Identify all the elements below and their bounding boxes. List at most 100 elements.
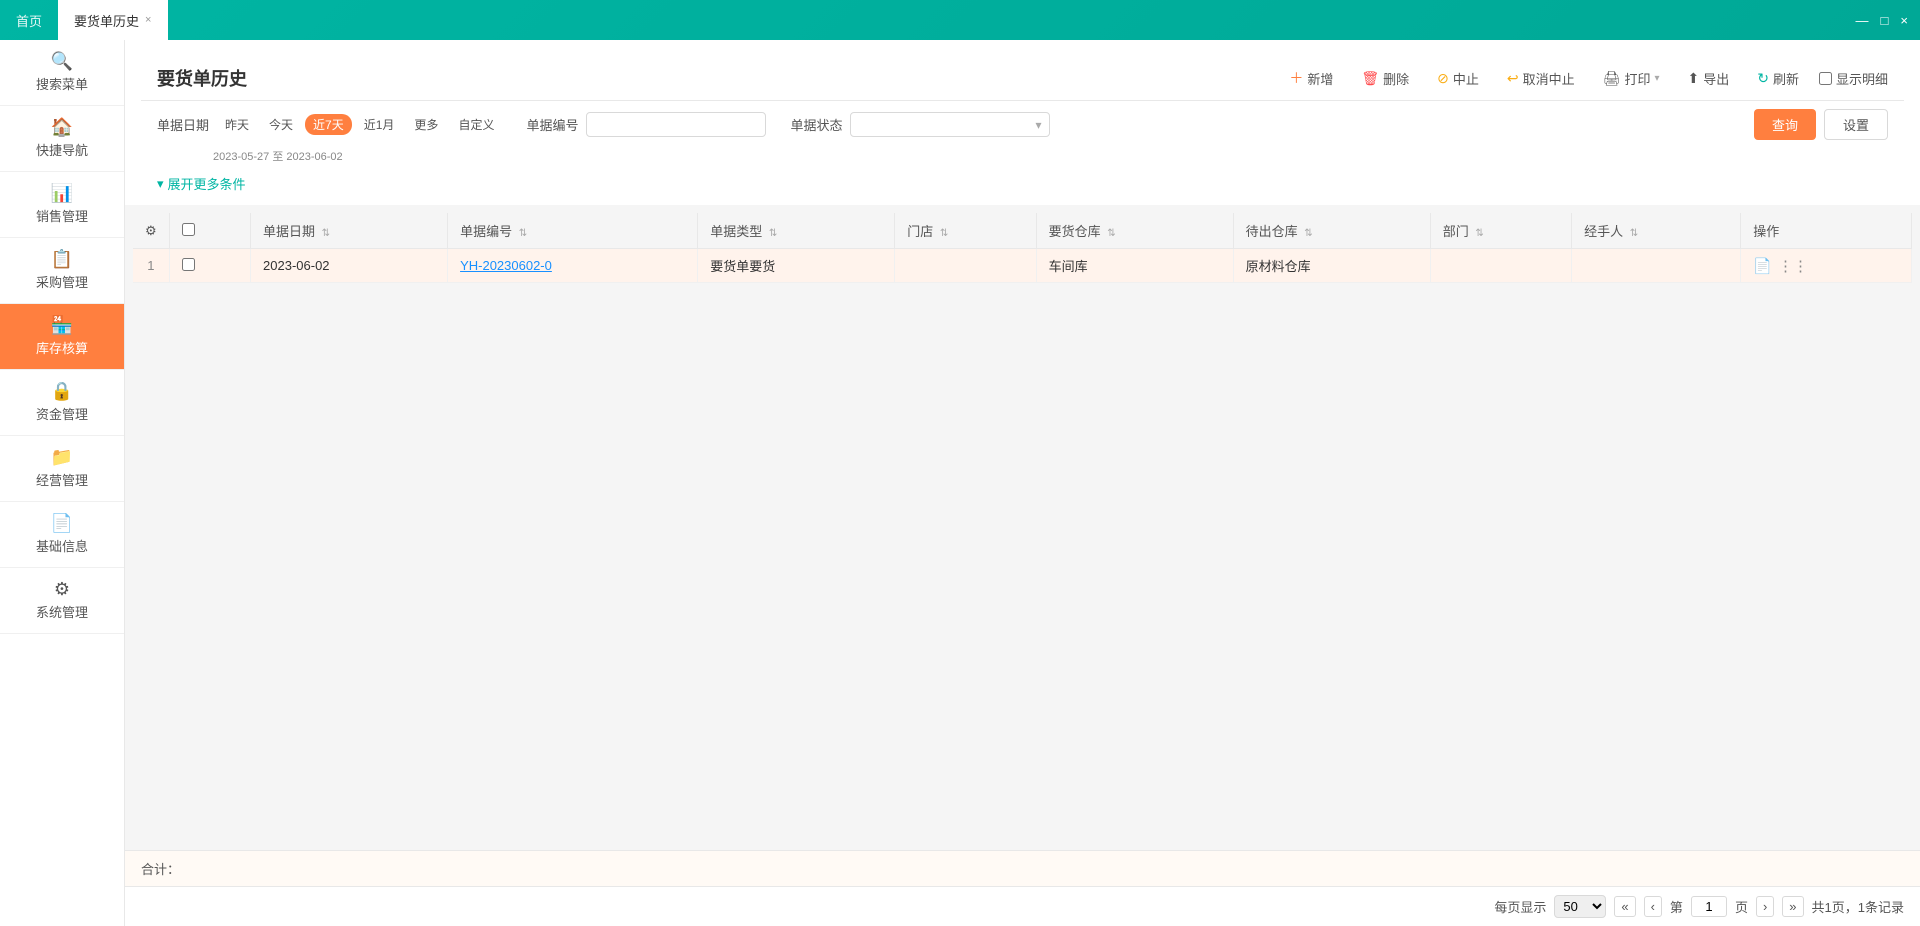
query-button[interactable]: 查询: [1754, 109, 1816, 140]
sidebar-item-finance-mgmt[interactable]: 🔒 资金管理: [0, 370, 124, 436]
date-btn-today[interactable]: 今天: [261, 114, 301, 135]
page-size-label: 每页显示: [1494, 897, 1546, 916]
sort-icon-pendwarehouse[interactable]: ⇅: [1304, 228, 1312, 239]
sidebar-item-ops-mgmt[interactable]: 📁 经营管理: [0, 436, 124, 502]
row-checkbox[interactable]: [182, 258, 195, 271]
more-action-icon[interactable]: ⋮⋮: [1778, 257, 1808, 275]
window-close-btn[interactable]: ×: [1900, 13, 1908, 28]
export-button[interactable]: ⬆ 导出: [1679, 65, 1737, 92]
stop-button[interactable]: ⊘ 中止: [1429, 65, 1487, 92]
print-button[interactable]: 🖨 打印 ▾: [1595, 65, 1668, 92]
show-detail-toggle[interactable]: 显示明细: [1819, 69, 1888, 88]
tab-active[interactable]: 要货单历史 ×: [58, 0, 168, 40]
sort-icon-doctype[interactable]: ⇅: [769, 228, 777, 239]
sidebar-item-label-system-mgmt: 系统管理: [36, 602, 88, 621]
view-action-icon[interactable]: 📄: [1753, 257, 1772, 275]
finance-mgmt-icon: 🔒: [51, 382, 73, 400]
row-dept: [1430, 249, 1571, 283]
purchase-mgmt-icon: 📋: [51, 250, 73, 268]
tab-active-label: 要货单历史: [74, 11, 139, 30]
new-button[interactable]: ＋ 新增: [1281, 64, 1341, 92]
stop-btn-label: 中止: [1453, 69, 1479, 88]
page-number-input[interactable]: [1691, 896, 1727, 917]
sidebar-item-purchase-mgmt[interactable]: 📋 采购管理: [0, 238, 124, 304]
date-btn-more[interactable]: 更多: [406, 114, 446, 135]
expand-filter-btn[interactable]: ▾ 展开更多条件: [157, 174, 1888, 193]
sidebar-item-basic-info[interactable]: 📄 基础信息: [0, 502, 124, 568]
status-dropdown-icon: ▾: [1035, 118, 1041, 132]
date-btn-yesterday[interactable]: 昨天: [217, 114, 257, 135]
date-btn-7days[interactable]: 近7天: [305, 114, 352, 135]
row-checkbox-cell: [169, 249, 250, 283]
window-minimize-btn[interactable]: —: [1856, 13, 1869, 28]
cancel-stop-btn-label: 取消中止: [1523, 69, 1575, 88]
top-tabs: 首页 要货单历史 ×: [0, 0, 168, 40]
date-btn-custom[interactable]: 自定义: [450, 114, 502, 135]
docno-input[interactable]: [586, 112, 766, 137]
select-all-checkbox[interactable]: [182, 223, 195, 236]
refresh-button[interactable]: ↻ 刷新: [1749, 65, 1807, 92]
last-page-btn[interactable]: »: [1782, 896, 1803, 917]
col-dept: 部门 ⇅: [1430, 213, 1571, 249]
chevron-down-icon: ▾: [157, 176, 164, 192]
sidebar-item-sales-mgmt[interactable]: 📊 销售管理: [0, 172, 124, 238]
row-num: 1: [133, 249, 169, 283]
first-page-btn[interactable]: «: [1614, 896, 1635, 917]
print-icon: 🖨: [1603, 70, 1621, 87]
tab-home[interactable]: 首页: [0, 0, 58, 40]
sidebar: 🔍 搜索菜单 🏠 快捷导航 📊 销售管理 📋 采购管理 🏪 库存核算 🔒 资金管…: [0, 40, 125, 926]
sidebar-item-label-sales-mgmt: 销售管理: [36, 206, 88, 225]
col-req-warehouse: 要货仓库 ⇅: [1036, 213, 1233, 249]
doc-no-link[interactable]: YH-20230602-0: [460, 258, 552, 273]
page-size-select[interactable]: 20 50 100: [1554, 895, 1606, 918]
top-bar-right: — □ ×: [1856, 13, 1920, 28]
date-filter: 单据日期 昨天 今天 近7天 近1月 更多 自定义: [157, 114, 502, 135]
sort-icon-handler[interactable]: ⇅: [1630, 228, 1638, 239]
sidebar-item-inventory[interactable]: 🏪 库存核算: [0, 304, 124, 370]
show-detail-checkbox[interactable]: [1819, 72, 1832, 85]
footer-summary: 合计：: [125, 850, 1920, 886]
pagination: 每页显示 20 50 100 « ‹ 第 页 › » 共1页，1条记录: [125, 886, 1920, 926]
tab-close-icon[interactable]: ×: [145, 14, 151, 26]
col-doc-type: 单据类型 ⇅: [698, 213, 895, 249]
col-settings[interactable]: ⚙: [133, 213, 169, 249]
col-doc-date: 单据日期 ⇅: [251, 213, 448, 249]
page-header-wrap: 要货单历史 ＋ 新增 🗑 删除 ⊘ 中止 ↩: [125, 40, 1920, 205]
sort-icon-docno[interactable]: ⇅: [519, 228, 527, 239]
sort-icon-dept[interactable]: ⇅: [1475, 228, 1483, 239]
row-handler: [1572, 249, 1741, 283]
sort-icon-docdate[interactable]: ⇅: [322, 228, 330, 239]
sort-icon-reqwarehouse[interactable]: ⇅: [1107, 228, 1115, 239]
window-maximize-btn[interactable]: □: [1881, 13, 1889, 28]
delete-btn-label: 删除: [1383, 69, 1409, 88]
delete-button[interactable]: 🗑 删除: [1353, 65, 1417, 92]
jump-label: 第: [1670, 897, 1683, 916]
sidebar-item-quick-nav[interactable]: 🏠 快捷导航: [0, 106, 124, 172]
row-req-warehouse: 车间库: [1036, 249, 1233, 283]
sales-mgmt-icon: 📊: [51, 184, 73, 202]
row-actions: 📄 ⋮⋮: [1741, 249, 1912, 283]
row-store: [895, 249, 1036, 283]
sidebar-item-search-menu[interactable]: 🔍 搜索菜单: [0, 40, 124, 106]
status-input[interactable]: [859, 117, 1035, 132]
cancel-stop-button[interactable]: ↩ 取消中止: [1499, 65, 1583, 92]
prev-page-btn[interactable]: ‹: [1644, 896, 1662, 917]
ops-mgmt-icon: 📁: [51, 448, 73, 466]
new-icon: ＋: [1289, 68, 1303, 88]
settings-button[interactable]: 设置: [1824, 109, 1888, 140]
row-doc-date: 2023-06-02: [251, 249, 448, 283]
next-page-btn[interactable]: ›: [1756, 896, 1774, 917]
delete-icon: 🗑: [1361, 70, 1379, 87]
filter-row-1: 单据日期 昨天 今天 近7天 近1月 更多 自定义 单据编号: [157, 109, 1888, 140]
print-dropdown-icon: ▾: [1654, 73, 1659, 84]
print-btn-label: 打印: [1624, 69, 1650, 88]
date-btn-1month[interactable]: 近1月: [356, 114, 403, 135]
status-select-wrap[interactable]: ▾: [850, 112, 1050, 137]
show-detail-label: 显示明细: [1836, 69, 1888, 88]
row-doc-no: YH-20230602-0: [448, 249, 698, 283]
sort-icon-store[interactable]: ⇅: [940, 228, 948, 239]
filter-section: 单据日期 昨天 今天 近7天 近1月 更多 自定义 单据编号: [141, 101, 1904, 201]
sidebar-item-system-mgmt[interactable]: ⚙ 系统管理: [0, 568, 124, 634]
content-area: 要货单历史 ＋ 新增 🗑 删除 ⊘ 中止 ↩: [125, 40, 1920, 926]
row-pend-warehouse: 原材料仓库: [1233, 249, 1430, 283]
